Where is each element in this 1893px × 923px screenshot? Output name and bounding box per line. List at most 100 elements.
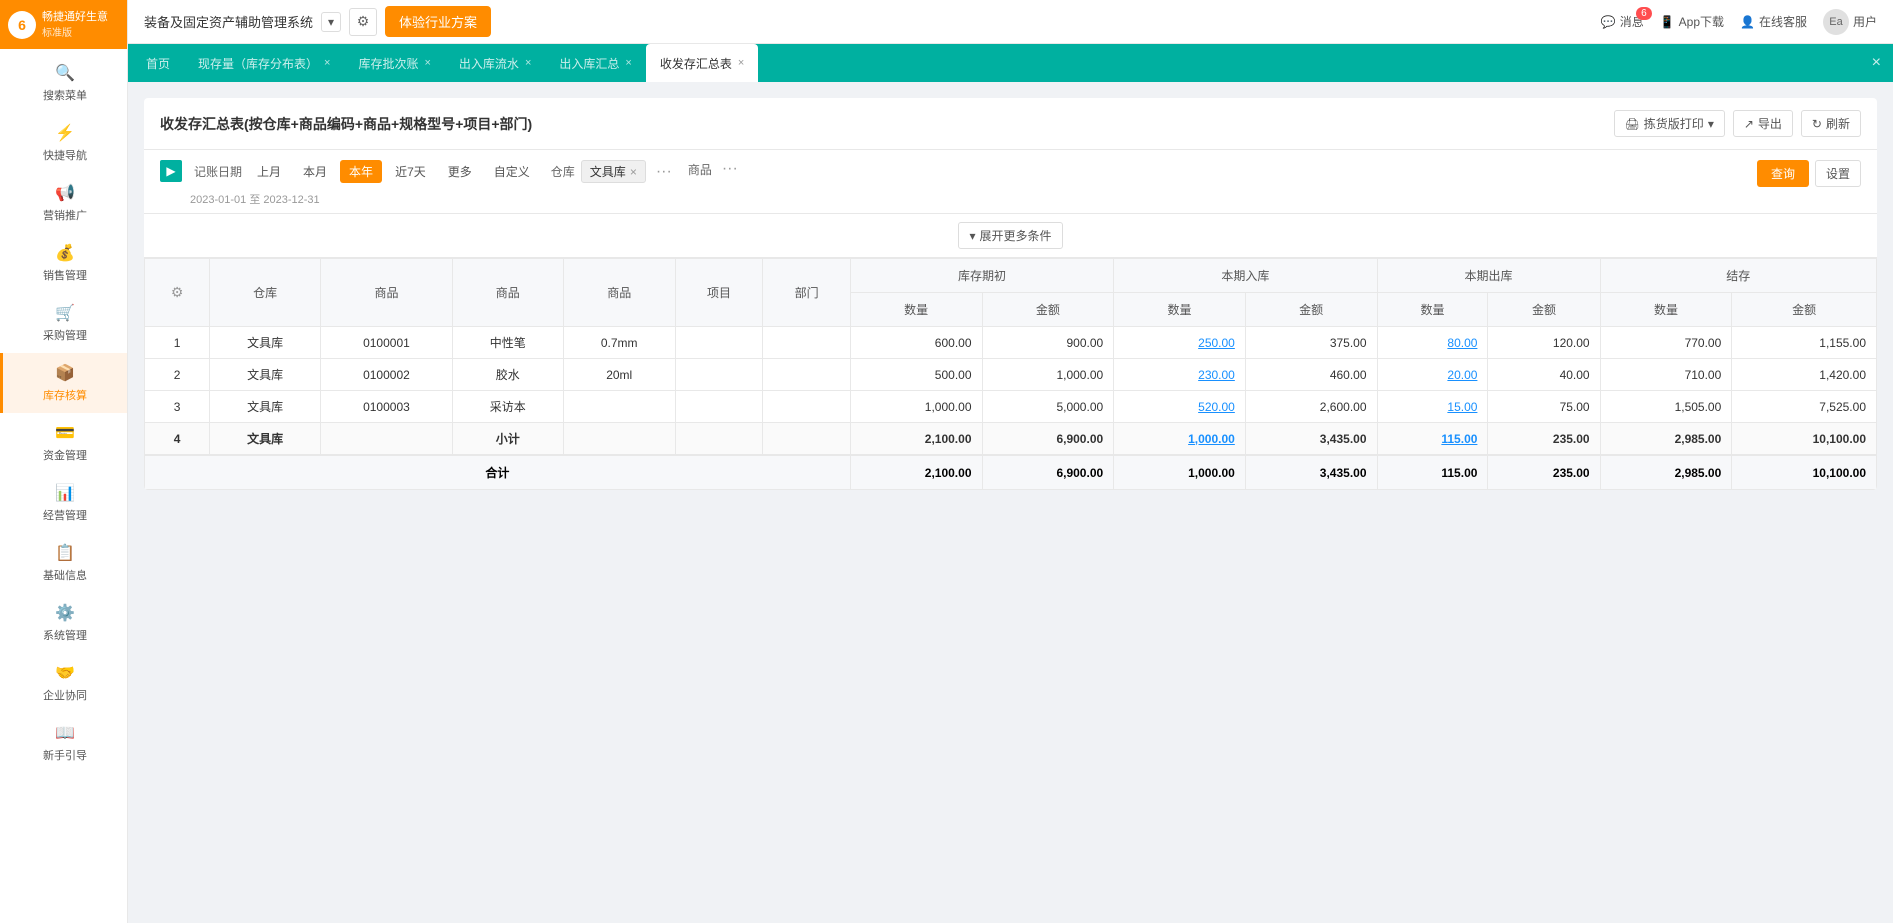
sidebar-item-inventory[interactable]: 📦库存核算 <box>0 353 127 413</box>
tab-close-icon[interactable]: × <box>525 57 531 69</box>
cell-out-qty: 15.00 <box>1377 391 1488 423</box>
in-qty-link[interactable]: 1,000.00 <box>1188 432 1235 446</box>
col-group-out: 本期出库 <box>1377 259 1600 293</box>
out-qty-link[interactable]: 20.00 <box>1447 368 1477 382</box>
date-btn-自定义[interactable]: 自定义 <box>485 160 539 183</box>
system-name: 装备及固定资产辅助管理系统 <box>144 12 313 31</box>
user-button[interactable]: Ea 用户 <box>1823 9 1877 35</box>
tab-label: 首页 <box>146 55 170 72</box>
cell-out-qty: 115.00 <box>1377 423 1488 456</box>
sidebar-label-quick: 快捷导航 <box>43 147 87 163</box>
refresh-button[interactable]: ↻ 刷新 <box>1801 110 1861 137</box>
cell-project <box>675 327 763 359</box>
sidebar-item-quick[interactable]: ⚡ 快捷导航 <box>0 113 127 173</box>
tab-现存量（库存分布表）[interactable]: 现存量（库存分布表）× <box>184 44 344 82</box>
sidebar-label-operations: 经营管理 <box>43 507 87 523</box>
tab-close-icon[interactable]: × <box>424 57 430 69</box>
col-group-init: 库存期初 <box>850 259 1113 293</box>
cell-spec: 0.7mm <box>563 327 675 359</box>
cell-dept <box>763 391 851 423</box>
date-btn-更多[interactable]: 更多 <box>439 160 481 183</box>
sidebar-item-sales[interactable]: 💰销售管理 <box>0 233 127 293</box>
tab-出入库汇总[interactable]: 出入库汇总× <box>545 44 645 82</box>
tab-库存批次账[interactable]: 库存批次账× <box>344 44 444 82</box>
cell-warehouse: 文具库 <box>210 423 321 456</box>
warehouse-dots[interactable]: ··· <box>652 163 676 181</box>
tab-收发存汇总表[interactable]: 收发存汇总表× <box>646 44 758 82</box>
sub-bal-qty: 数量 <box>1600 293 1732 327</box>
cell-name: 胶水 <box>452 359 563 391</box>
goods-dots[interactable]: ··· <box>718 160 742 178</box>
table-footer-row: 合计 2,100.00 6,900.00 1,000.00 3,435.00 1… <box>145 455 1877 490</box>
out-qty-link[interactable]: 15.00 <box>1447 400 1477 414</box>
finance-icon: 💳 <box>55 423 75 443</box>
sidebar-logo[interactable]: 6 畅捷通好生意 标准版 <box>0 0 127 49</box>
sidebar-item-search[interactable]: 🔍搜索菜单 <box>0 53 127 113</box>
warehouse-tag-close[interactable]: × <box>630 165 637 179</box>
purchase-icon: 🛒 <box>55 303 75 323</box>
sub-in-amt: 金额 <box>1245 293 1377 327</box>
sidebar: 6 畅捷通好生意 标准版 🔍搜索菜单 ⚡ 快捷导航 📢营销推广💰销售管理🛒采购管理📦库… <box>0 0 128 923</box>
sales-icon: 💰 <box>55 243 75 263</box>
tab-出入库流水[interactable]: 出入库流水× <box>445 44 545 82</box>
sidebar-nav: 🔍搜索菜单 ⚡ 快捷导航 📢营销推广💰销售管理🛒采购管理📦库存核算💳资金管理📊经营管理… <box>0 49 127 923</box>
tab-close-icon[interactable]: × <box>738 57 744 69</box>
cell-project <box>675 359 763 391</box>
date-btn-上月[interactable]: 上月 <box>248 160 290 183</box>
sidebar-item-finance[interactable]: 💳资金管理 <box>0 413 127 473</box>
print-button[interactable]: 🖨 拣货版打印 ▾ <box>1614 110 1725 137</box>
sidebar-item-enterprise[interactable]: 🤝企业协同 <box>0 653 127 713</box>
filter-arrow[interactable]: ▶ <box>160 160 182 182</box>
tabs-close-all[interactable]: × <box>1864 54 1889 72</box>
cell-warehouse: 文具库 <box>210 359 321 391</box>
tab-首页[interactable]: 首页 <box>132 44 184 82</box>
sub-init-amt: 金额 <box>982 293 1114 327</box>
filter-goods-section: 商品 ··· <box>688 160 742 178</box>
in-qty-link[interactable]: 250.00 <box>1198 336 1235 350</box>
sidebar-item-system[interactable]: ⚙️系统管理 <box>0 593 127 653</box>
sidebar-item-basic[interactable]: 📋基础信息 <box>0 533 127 593</box>
query-button[interactable]: 查询 <box>1757 160 1809 187</box>
expand-button[interactable]: ▾ 展开更多条件 <box>958 222 1062 249</box>
table-row: 3 文具库 0100003 采访本 1,000.00 5,000.00 520.… <box>145 391 1877 423</box>
in-qty-link[interactable]: 230.00 <box>1198 368 1235 382</box>
quick-icon: ⚡ <box>55 123 75 143</box>
settings-icon[interactable]: ⚙ <box>171 284 184 300</box>
message-button[interactable]: 💬 消息 6 <box>1601 13 1644 30</box>
cell-out-amt: 40.00 <box>1488 359 1600 391</box>
cell-init-amt: 900.00 <box>982 327 1114 359</box>
out-qty-link[interactable]: 115.00 <box>1441 432 1477 446</box>
system-dropdown[interactable]: ▾ <box>321 12 341 32</box>
trial-button[interactable]: 体验行业方案 <box>385 6 491 37</box>
date-btn-本月[interactable]: 本月 <box>294 160 336 183</box>
enterprise-icon: 🤝 <box>55 663 75 683</box>
page-header: 收发存汇总表(按仓库+商品编码+商品+规格型号+项目+部门) 🖨 拣货版打印 ▾… <box>144 98 1877 150</box>
data-table-container: ⚙ 仓库 商品 商品 商品 项目 部门 库存期初 本期入库 本期出库 结存 数量 <box>144 258 1877 490</box>
cell-bal-amt: 7,525.00 <box>1732 391 1877 423</box>
sidebar-item-operations[interactable]: 📊经营管理 <box>0 473 127 533</box>
topbar: 装备及固定资产辅助管理系统 ▾ ⚙ 体验行业方案 💬 消息 6 📱 App下载 … <box>128 0 1893 44</box>
footer-out-amt: 235.00 <box>1488 455 1600 490</box>
in-qty-link[interactable]: 520.00 <box>1198 400 1235 414</box>
cell-in-amt: 2,600.00 <box>1245 391 1377 423</box>
cell-bal-qty: 770.00 <box>1600 327 1732 359</box>
date-btn-本年[interactable]: 本年 <box>340 160 382 183</box>
sidebar-item-purchase[interactable]: 🛒采购管理 <box>0 293 127 353</box>
app-download-button[interactable]: 📱 App下载 <box>1660 13 1724 30</box>
online-service-button[interactable]: 👤 在线客服 <box>1740 13 1807 30</box>
setting-button[interactable]: 设置 <box>1815 160 1861 187</box>
out-qty-link[interactable]: 80.00 <box>1447 336 1477 350</box>
cell-init-qty: 500.00 <box>850 359 982 391</box>
sidebar-item-marketing[interactable]: 📢营销推广 <box>0 173 127 233</box>
export-button[interactable]: ↗ 导出 <box>1733 110 1793 137</box>
date-btn-近7天[interactable]: 近7天 <box>386 160 435 183</box>
tab-close-icon[interactable]: × <box>324 57 330 69</box>
sub-in-qty: 数量 <box>1114 293 1246 327</box>
sidebar-item-guide[interactable]: 📖新手引导 <box>0 713 127 773</box>
cell-out-qty: 20.00 <box>1377 359 1488 391</box>
cell-bal-amt: 1,420.00 <box>1732 359 1877 391</box>
tab-close-icon[interactable]: × <box>625 57 631 69</box>
cell-no: 1 <box>145 327 210 359</box>
gear-icon[interactable]: ⚙ <box>349 8 377 36</box>
page-title: 收发存汇总表(按仓库+商品编码+商品+规格型号+项目+部门) <box>160 114 532 134</box>
